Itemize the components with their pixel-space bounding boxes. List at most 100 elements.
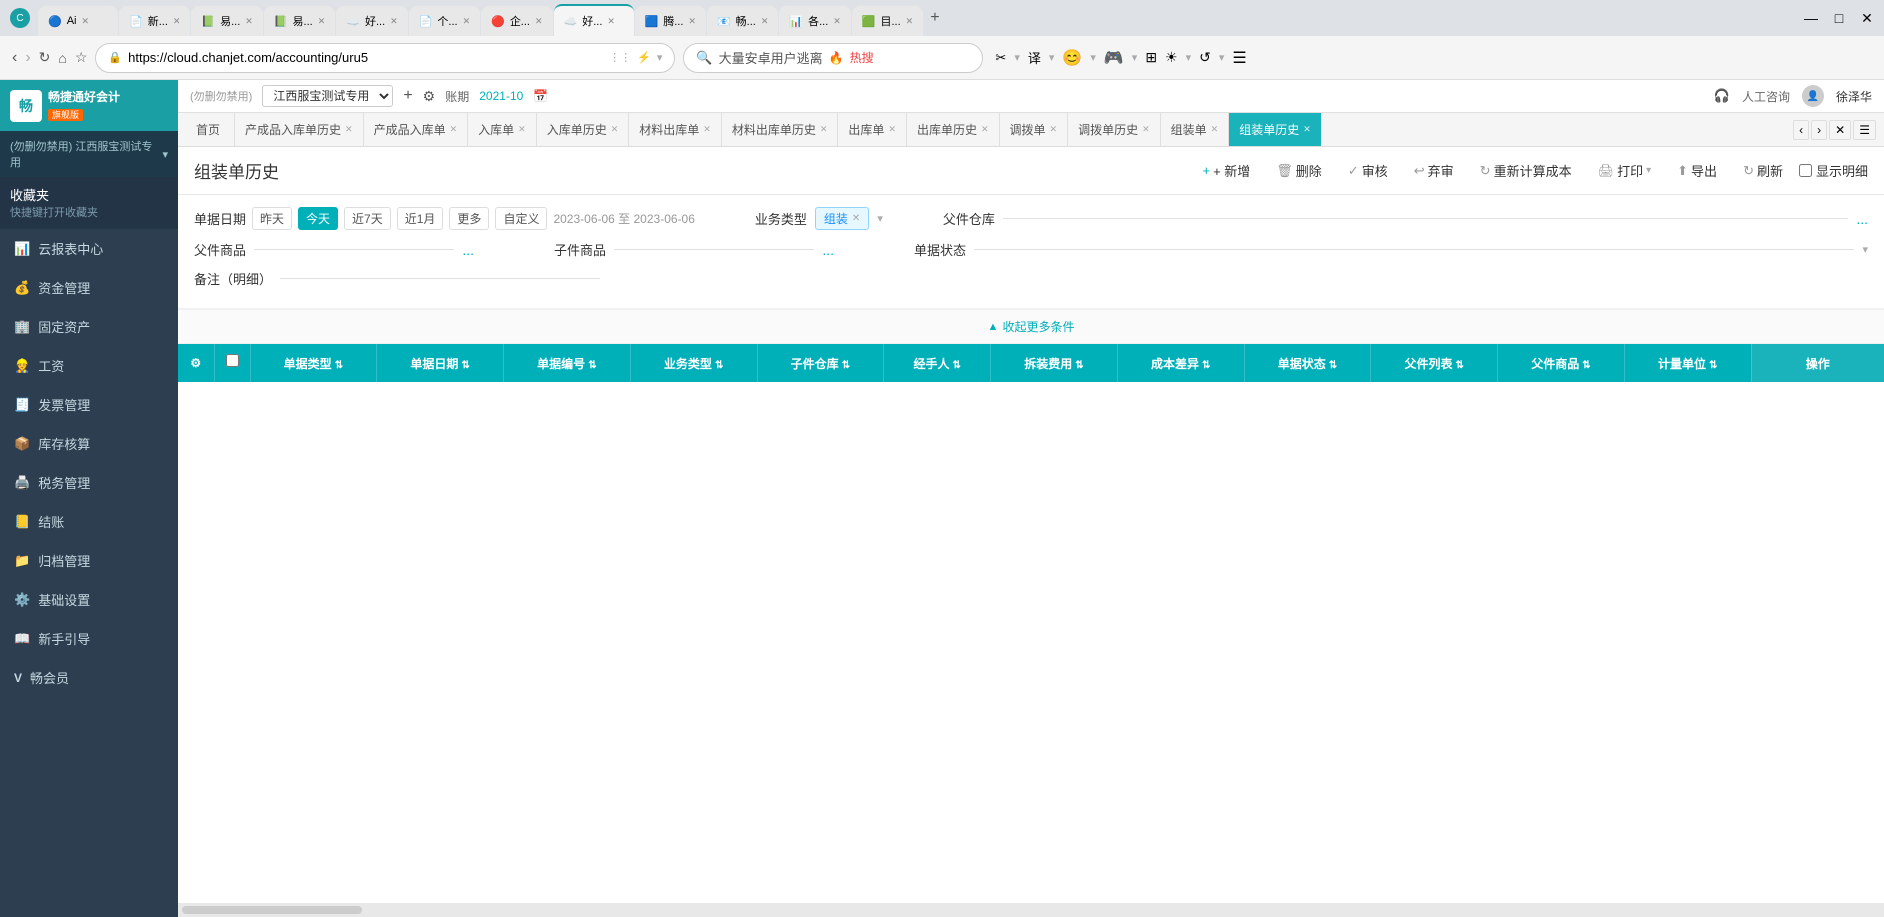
delete-button[interactable]: 🗑 删除 xyxy=(1266,157,1332,184)
table-col-cost-diff[interactable]: 成本差异⇅ xyxy=(1117,344,1244,382)
browser-tab-4[interactable]: 📗易...✕ xyxy=(264,6,335,36)
table-col-bill-status[interactable]: 单据状态⇅ xyxy=(1244,344,1371,382)
browser-tab-12[interactable]: 🟩目...✕ xyxy=(852,6,923,36)
parent-warehouse-more[interactable]: ... xyxy=(1856,211,1868,227)
game-icon[interactable]: 🎮 xyxy=(1104,48,1124,68)
table-col-date[interactable]: 单据日期⇅ xyxy=(377,344,504,382)
tab-inbound-history[interactable]: 入库单历史✕ xyxy=(537,113,630,146)
translate-icon[interactable]: 译 xyxy=(1028,48,1041,67)
tab-close-icon[interactable]: ✕ xyxy=(888,124,896,135)
tab-close-icon[interactable]: ✕ xyxy=(1142,124,1150,135)
help-icon[interactable]: 🎧 xyxy=(1714,88,1730,104)
table-col-parent-goods[interactable]: 父件商品⇅ xyxy=(1498,344,1625,382)
table-col-checkbox[interactable] xyxy=(214,344,250,382)
company-settings-button[interactable]: ⚙ xyxy=(423,88,436,105)
tab-close-icon[interactable]: ✕ xyxy=(345,124,353,135)
tab-scroll-right[interactable]: › xyxy=(1811,120,1827,140)
tab-close-all[interactable]: ✕ xyxy=(1829,120,1851,140)
table-col-bill-type[interactable]: 单据类型⇅ xyxy=(250,344,377,382)
sidebar-item-archive[interactable]: 📁 归档管理 xyxy=(0,541,178,580)
tab-home[interactable]: 首页 xyxy=(182,113,235,146)
browser-tab-8-active[interactable]: ☁️好...✕ xyxy=(554,4,634,36)
maximize-button[interactable]: □ xyxy=(1826,8,1852,28)
tab-close-icon[interactable]: ✕ xyxy=(820,124,828,135)
back-button[interactable]: ‹ xyxy=(12,49,17,67)
add-company-button[interactable]: + xyxy=(403,87,412,105)
audit-button[interactable]: ✓ 审核 xyxy=(1338,157,1398,184)
table-col-settings[interactable]: ⚙ xyxy=(178,344,214,382)
tab-inbound[interactable]: 入库单✕ xyxy=(468,113,537,146)
print-button[interactable]: 🖨 打印 ▾ xyxy=(1588,157,1662,184)
tab-finished-goods[interactable]: 产成品入库单✕ xyxy=(364,113,469,146)
tab-outbound[interactable]: 出库单✕ xyxy=(838,113,907,146)
refresh-button[interactable]: ↻ 刷新 xyxy=(1733,157,1793,184)
last1m-btn[interactable]: 近1月 xyxy=(397,207,444,230)
menu-icon[interactable]: ☰ xyxy=(1232,48,1246,68)
tab-transfer-history[interactable]: 调拨单历史✕ xyxy=(1068,113,1161,146)
tab-close-icon[interactable]: ✕ xyxy=(1050,124,1058,135)
sidebar-item-guide[interactable]: 📖 新手引导 xyxy=(0,619,178,658)
sidebar-item-cloud-reports[interactable]: 📊 云报表中心 xyxy=(0,229,178,268)
abandon-button[interactable]: ↩ 弃审 xyxy=(1404,157,1464,184)
sidebar-item-vip[interactable]: V 畅会员 xyxy=(0,658,178,697)
browser-tab-5[interactable]: ☁️好...✕ xyxy=(336,6,407,36)
tab-material-out[interactable]: 材料出库单✕ xyxy=(629,113,722,146)
tab-close-icon[interactable]: ✕ xyxy=(518,124,526,135)
sidebar-item-invoice[interactable]: 🧾 发票管理 xyxy=(0,385,178,424)
table-settings-icon[interactable]: ⚙ xyxy=(190,356,201,370)
undo-icon[interactable]: ↺ xyxy=(1199,49,1211,66)
tab-close-icon[interactable]: ✕ xyxy=(703,124,711,135)
browser-tab-3[interactable]: 📗易...✕ xyxy=(191,6,262,36)
more-date-btn[interactable]: 更多 xyxy=(449,207,489,230)
tab-finished-goods-history[interactable]: 产成品入库单历史✕ xyxy=(235,113,364,146)
sidebar-item-tax[interactable]: 🖨️ 税务管理 xyxy=(0,463,178,502)
grid-icon[interactable]: ⊞ xyxy=(1145,49,1157,66)
tab-menu[interactable]: ☰ xyxy=(1853,120,1876,140)
table-col-unit[interactable]: 计量单位⇅ xyxy=(1624,344,1751,382)
tab-close-icon[interactable]: ✕ xyxy=(1211,124,1219,135)
last7-btn[interactable]: 近7天 xyxy=(344,207,391,230)
scissors-icon[interactable]: ✂ xyxy=(995,50,1006,66)
close-button[interactable]: ✕ xyxy=(1854,8,1880,28)
biz-type-dropdown[interactable]: ▾ xyxy=(877,212,883,225)
tab-outbound-history[interactable]: 出库单历史✕ xyxy=(907,113,1000,146)
sidebar-item-settings[interactable]: ⚙️ 基础设置 xyxy=(0,580,178,619)
company-dropdown[interactable]: 江西服宝测试专用 xyxy=(262,85,393,107)
bookmark-button[interactable]: ☆ xyxy=(75,49,88,66)
tab-transfer[interactable]: 调拨单✕ xyxy=(1000,113,1069,146)
forward-button[interactable]: › xyxy=(25,49,30,67)
table-col-biz-type[interactable]: 业务类型⇅ xyxy=(630,344,757,382)
tab-assembly-history-active[interactable]: 组装单历史✕ xyxy=(1229,113,1321,146)
calendar-icon[interactable]: 📅 xyxy=(533,89,548,103)
collapse-bar[interactable]: ▲ 收起更多条件 xyxy=(178,309,1884,344)
table-col-handler[interactable]: 经手人⇅ xyxy=(884,344,991,382)
browser-tab-1[interactable]: 🔵Ai✕ xyxy=(38,6,118,36)
tab-close-icon[interactable]: ✕ xyxy=(981,124,989,135)
recalculate-button[interactable]: ↻ 重新计算成本 xyxy=(1470,157,1582,184)
table-col-parent-list[interactable]: 父件列表⇅ xyxy=(1371,344,1498,382)
tab-scroll-left[interactable]: ‹ xyxy=(1793,120,1809,140)
show-detail-checkbox[interactable] xyxy=(1799,164,1812,177)
new-button[interactable]: + + 新增 xyxy=(1192,157,1260,184)
new-tab-button[interactable]: + xyxy=(924,9,945,27)
emoji-icon[interactable]: 😊 xyxy=(1062,48,1082,68)
scrollbar-area[interactable] xyxy=(178,903,1884,917)
company-selector[interactable]: (勿删勿禁用) 江西服宝测试专用 ▾ xyxy=(0,131,178,177)
tab-material-out-history[interactable]: 材料出库单历史✕ xyxy=(722,113,839,146)
tab-close-icon[interactable]: ✕ xyxy=(450,124,458,135)
sidebar-item-fixed-assets[interactable]: 🏢 固定资产 xyxy=(0,307,178,346)
sidebar-item-funds[interactable]: 💰 资金管理 xyxy=(0,268,178,307)
help-text[interactable]: 人工咨询 xyxy=(1742,88,1790,105)
reload-button[interactable]: ↻ xyxy=(39,49,51,66)
browser-tab-9[interactable]: 🟦腾...✕ xyxy=(635,6,706,36)
minimize-button[interactable]: — xyxy=(1798,8,1824,28)
scrollbar-thumb[interactable] xyxy=(182,906,362,914)
yesterday-btn[interactable]: 昨天 xyxy=(252,207,292,230)
tab-assembly[interactable]: 组装单✕ xyxy=(1161,113,1230,146)
today-btn[interactable]: 今天 xyxy=(298,207,338,230)
browser-tab-6[interactable]: 📄个...✕ xyxy=(409,6,480,36)
sidebar-item-inventory[interactable]: 📦 库存核算 xyxy=(0,424,178,463)
tab-close-icon[interactable]: ✕ xyxy=(611,124,619,135)
home-button[interactable]: ⌂ xyxy=(58,50,66,66)
browser-tab-11[interactable]: 📊各...✕ xyxy=(779,6,850,36)
